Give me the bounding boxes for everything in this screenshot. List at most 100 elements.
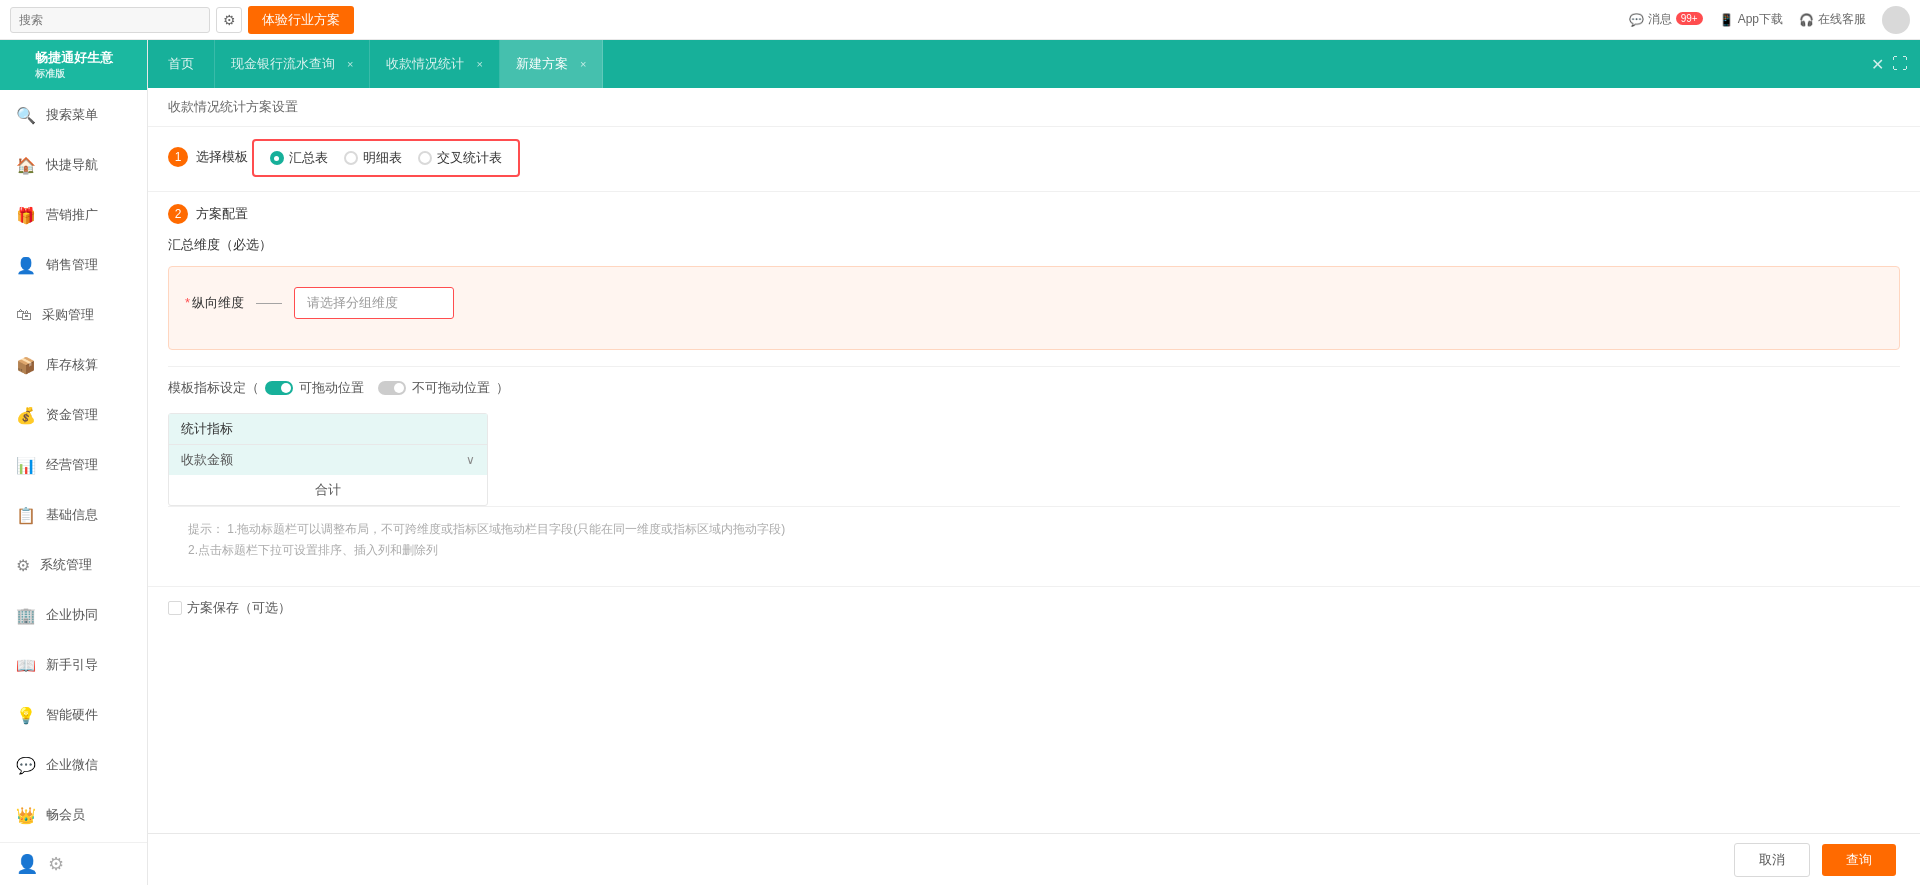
sidebar-label-enterprise: 企业协同 — [46, 606, 98, 624]
footer-icon-2[interactable]: ⚙ — [48, 853, 64, 875]
enterprise-icon: 🏢 — [16, 606, 36, 625]
query-button[interactable]: 查询 — [1822, 844, 1896, 876]
sidebar-label-member: 畅会员 — [46, 806, 85, 824]
dimension-area: *纵向维度 —— 请选择分组维度 — [168, 266, 1900, 350]
sidebar-label-guide: 新手引导 — [46, 656, 98, 674]
breadcrumb: 收款情况统计方案设置 — [168, 99, 298, 114]
save-checkbox-box — [168, 601, 182, 615]
cancel-button[interactable]: 取消 — [1734, 843, 1810, 877]
dimension-select[interactable]: 请选择分组维度 — [294, 287, 454, 319]
sidebar-item-search-menu[interactable]: 🔍 搜索菜单 — [0, 90, 147, 140]
sidebar: 畅捷通好生意 标准版 🔍 搜索菜单 🏠 快捷导航 🎁 营销推广 👤 销售管理 🛍… — [0, 40, 148, 885]
tab-home[interactable]: 首页 — [148, 40, 215, 88]
radio-cross-label: 交叉统计表 — [437, 149, 502, 167]
sidebar-label-smart-hw: 智能硬件 — [46, 706, 98, 724]
tab-bar: 首页 现金银行流水查询 × 收款情况统计 × 新建方案 × ✕ ⛶ — [148, 40, 1920, 88]
radio-cross-circle — [418, 151, 432, 165]
sidebar-label-basic-info: 基础信息 — [46, 506, 98, 524]
sidebar-item-quick-nav[interactable]: 🏠 快捷导航 — [0, 140, 147, 190]
sidebar-item-enterprise[interactable]: 🏢 企业协同 — [0, 590, 147, 640]
service-label: 在线客服 — [1818, 11, 1866, 28]
logo-sub: 标准版 — [35, 67, 113, 81]
system-icon: ⚙ — [16, 556, 30, 575]
search-menu-icon: 🔍 — [16, 106, 36, 125]
avatar — [1882, 6, 1910, 34]
save-checkbox[interactable]: 方案保存（可选） — [168, 599, 291, 617]
quick-nav-icon: 🏠 — [16, 156, 36, 175]
step1-num: 1 — [168, 147, 188, 167]
metrics-dropdown-icon[interactable]: ∨ — [466, 453, 475, 467]
tab-receivable-stat[interactable]: 收款情况统计 × — [370, 40, 499, 88]
message-item[interactable]: 💬 消息 99+ — [1629, 11, 1703, 28]
sidebar-item-wechat[interactable]: 💬 企业微信 — [0, 740, 147, 790]
dimension-section-title: 汇总维度（必选） — [168, 236, 1900, 254]
tip-label: 提示： — [188, 522, 224, 536]
tab-new-plan[interactable]: 新建方案 × — [500, 40, 603, 88]
dimension-row: *纵向维度 —— 请选择分组维度 — [185, 287, 1883, 319]
guide-icon: 📖 — [16, 656, 36, 675]
draggable-label: 可拖动位置 — [299, 379, 364, 397]
sidebar-item-finance[interactable]: 💰 资金管理 — [0, 390, 147, 440]
sidebar-label-marketing: 营销推广 — [46, 206, 98, 224]
sidebar-label-search-menu: 搜索菜单 — [46, 106, 98, 124]
sidebar-label-wechat: 企业微信 — [46, 756, 98, 774]
tab-maximize-icon[interactable]: ⛶ — [1892, 55, 1908, 73]
search-input[interactable] — [10, 7, 210, 33]
tab-bank-flow[interactable]: 现金银行流水查询 × — [215, 40, 370, 88]
metrics-row-total: 合计 — [169, 475, 487, 505]
service-item[interactable]: 🎧 在线客服 — [1799, 11, 1866, 28]
tab-receivable-stat-close[interactable]: × — [476, 58, 482, 70]
inventory-icon: 📦 — [16, 356, 36, 375]
tab-receivable-stat-label: 收款情况统计 — [386, 55, 464, 73]
sidebar-item-guide[interactable]: 📖 新手引导 — [0, 640, 147, 690]
radio-group-template: 汇总表 明细表 交叉统计表 — [270, 149, 502, 167]
service-icon: 🎧 — [1799, 13, 1814, 27]
content-area: 首页 现金银行流水查询 × 收款情况统计 × 新建方案 × ✕ ⛶ — [148, 40, 1920, 885]
step2-num: 2 — [168, 204, 188, 224]
radio-summary[interactable]: 汇总表 — [270, 149, 328, 167]
sidebar-item-member[interactable]: 👑 畅会员 — [0, 790, 147, 840]
tab-bar-right: ✕ ⛶ — [1871, 55, 1920, 74]
metrics-cell-amount: 收款金额 ∨ — [169, 445, 487, 475]
radio-summary-circle — [270, 151, 284, 165]
member-icon: 👑 — [16, 806, 36, 825]
sidebar-item-business[interactable]: 📊 经营管理 — [0, 440, 147, 490]
tip-1-text: 1.拖动标题栏可以调整布局，不可跨维度或指标区域拖动栏目字段(只能在同一维度或指… — [227, 522, 785, 536]
gear-button[interactable]: ⚙ — [216, 7, 242, 33]
marketing-icon: 🎁 — [16, 206, 36, 225]
tab-bank-flow-label: 现金银行流水查询 — [231, 55, 335, 73]
sidebar-item-system[interactable]: ⚙ 系统管理 — [0, 540, 147, 590]
tab-new-plan-close[interactable]: × — [580, 58, 586, 70]
sidebar-item-purchase[interactable]: 🛍 采购管理 — [0, 290, 147, 340]
top-bar-left: ⚙ 体验行业方案 — [10, 6, 1621, 34]
tips-area: 提示： 1.拖动标题栏可以调整布局，不可跨维度或指标区域拖动栏目字段(只能在同一… — [168, 506, 1900, 574]
download-icon: 📱 — [1719, 13, 1734, 27]
sidebar-item-basic-info[interactable]: 📋 基础信息 — [0, 490, 147, 540]
finance-icon: 💰 — [16, 406, 36, 425]
tab-new-plan-label: 新建方案 — [516, 55, 568, 73]
sidebar-label-purchase: 采购管理 — [42, 306, 94, 324]
sales-icon: 👤 — [16, 256, 36, 275]
sidebar-item-marketing[interactable]: 🎁 营销推广 — [0, 190, 147, 240]
smart-hw-icon: 💡 — [16, 706, 36, 725]
vertical-dimension-label: *纵向维度 — [185, 294, 244, 312]
sidebar-item-inventory[interactable]: 📦 库存核算 — [0, 340, 147, 390]
message-badge: 99+ — [1676, 12, 1703, 25]
tab-bank-flow-close[interactable]: × — [347, 58, 353, 70]
download-item[interactable]: 📱 App下载 — [1719, 11, 1783, 28]
industry-button[interactable]: 体验行业方案 — [248, 6, 354, 34]
sidebar-item-smart-hw[interactable]: 💡 智能硬件 — [0, 690, 147, 740]
radio-detail[interactable]: 明细表 — [344, 149, 402, 167]
sidebar-footer: 👤 ⚙ — [0, 842, 147, 885]
sidebar-logo: 畅捷通好生意 标准版 — [0, 40, 147, 90]
step1-title: 选择模板 — [196, 148, 248, 166]
tip-line-1: 提示： 1.拖动标题栏可以调整布局，不可跨维度或指标区域拖动栏目字段(只能在同一… — [188, 519, 1880, 541]
radio-cross[interactable]: 交叉统计表 — [418, 149, 502, 167]
metrics-config-text: 模板指标设定（ — [168, 379, 259, 397]
page-header: 收款情况统计方案设置 — [148, 88, 1920, 127]
tab-close-all-icon[interactable]: ✕ — [1871, 55, 1884, 74]
template-section: 1 选择模板 汇总表 明细表 — [148, 127, 1920, 192]
tip-2-text: 2.点击标题栏下拉可设置排序、插入列和删除列 — [188, 543, 438, 557]
sidebar-item-sales[interactable]: 👤 销售管理 — [0, 240, 147, 290]
footer-icon-1[interactable]: 👤 — [16, 853, 38, 875]
